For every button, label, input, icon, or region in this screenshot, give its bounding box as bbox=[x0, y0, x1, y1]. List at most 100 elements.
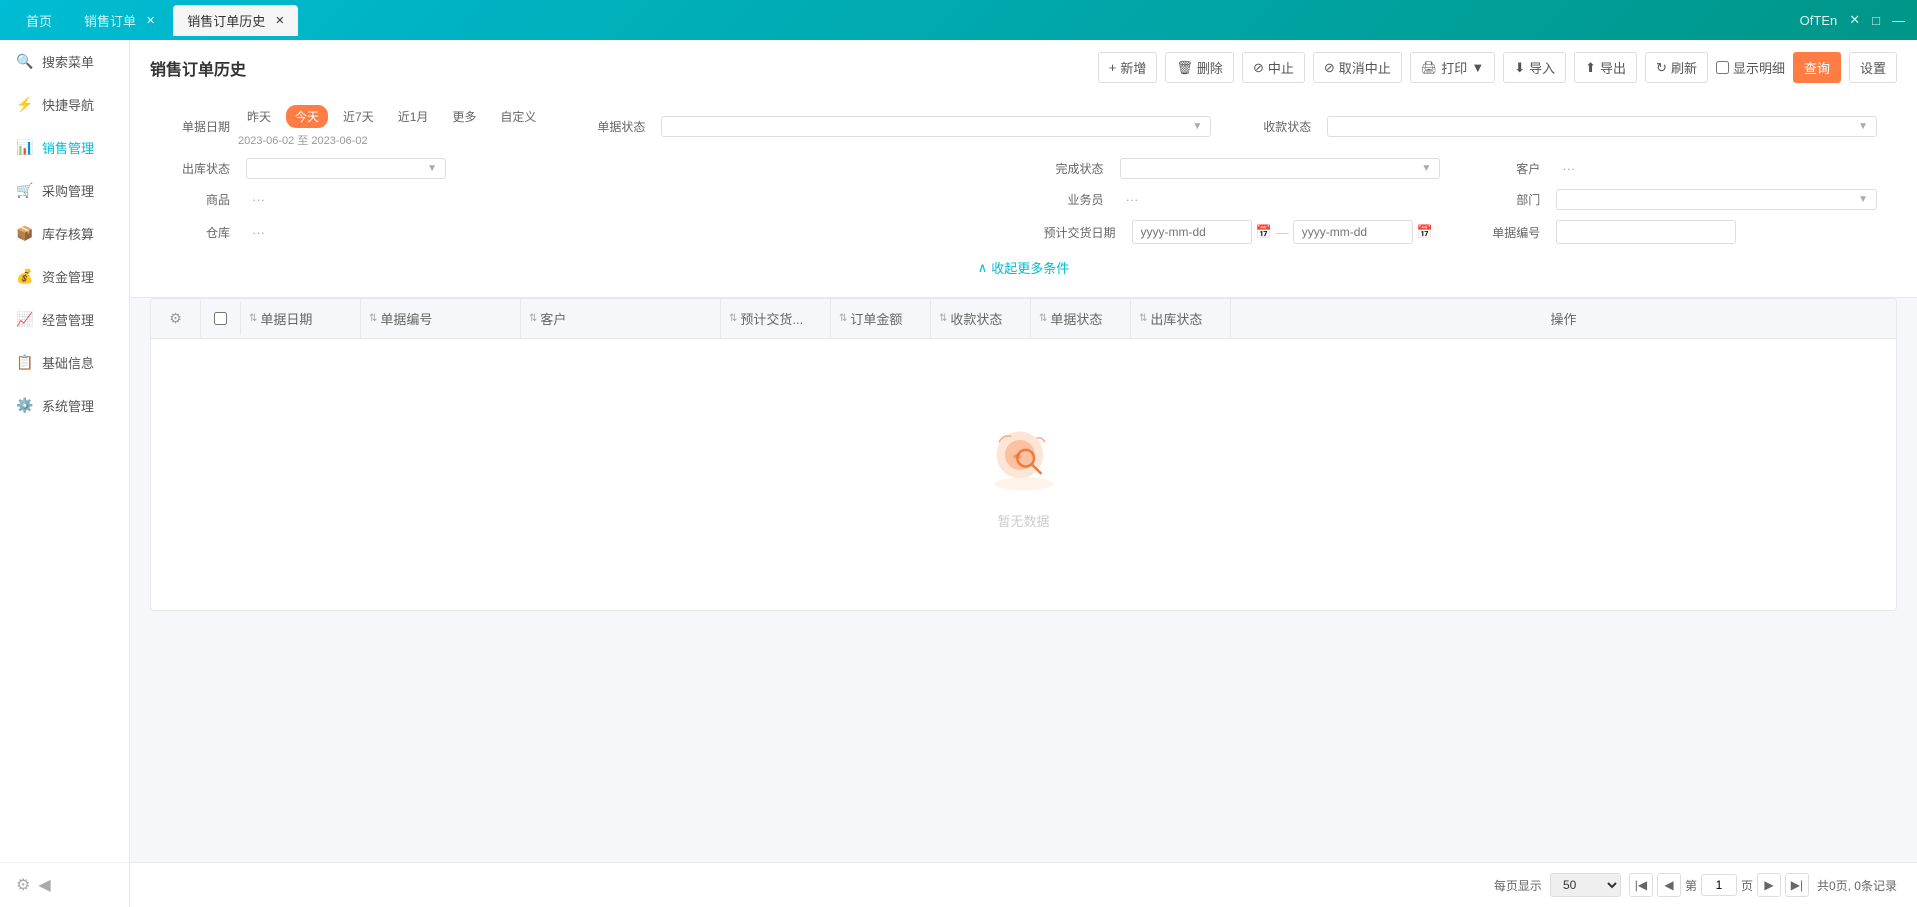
sidebar-item-system[interactable]: ⚙️ 系统管理 bbox=[0, 384, 129, 427]
filter-row-4: 仓库 ··· 预计交货日期 📅 — 📅 bbox=[170, 220, 1877, 244]
sidebar-item-quick-nav[interactable]: ⚡ 快捷导航 bbox=[0, 83, 129, 126]
th-status-sort-icon[interactable]: ⇅ bbox=[1039, 313, 1047, 324]
order-no-input[interactable] bbox=[1556, 220, 1736, 244]
page-number-input[interactable] bbox=[1701, 874, 1737, 896]
first-page-btn[interactable]: |◀ bbox=[1629, 873, 1653, 897]
prev-page-btn[interactable]: ◀ bbox=[1657, 873, 1681, 897]
complete-select[interactable]: ▼ bbox=[1120, 158, 1441, 179]
out-status-field: 出库状态 ▼ bbox=[170, 158, 1004, 179]
th-amount: ⇅ 订单金额 bbox=[831, 299, 931, 338]
select-all-checkbox[interactable] bbox=[214, 312, 227, 325]
collect-select-arrow: ▼ bbox=[1858, 121, 1868, 132]
date-yesterday-btn[interactable]: 昨天 bbox=[238, 105, 280, 128]
export-button[interactable]: ⬆ 导出 bbox=[1574, 52, 1637, 83]
sidebar-item-operations[interactable]: 📈 经营管理 bbox=[0, 298, 129, 341]
delete-label: 删除 bbox=[1197, 58, 1223, 77]
refresh-button[interactable]: ↻ 刷新 bbox=[1645, 52, 1708, 83]
sidebar-item-finance[interactable]: 💰 资金管理 bbox=[0, 255, 129, 298]
dept-field: 部门 ▼ bbox=[1480, 189, 1877, 210]
top-close-icon[interactable]: ✕ bbox=[1849, 12, 1860, 28]
sidebar-item-system-label: 系统管理 bbox=[42, 396, 94, 415]
status-select[interactable]: ▼ bbox=[661, 116, 1211, 137]
tab-sales-order[interactable]: 销售订单 ✕ bbox=[70, 5, 169, 36]
print-button[interactable]: 🖨 打印 ▼ bbox=[1410, 52, 1495, 83]
import-button[interactable]: ⬇ 导入 bbox=[1503, 52, 1566, 83]
filter-row-2: 出库状态 ▼ 完成状态 ▼ bbox=[170, 158, 1877, 179]
date-today-btn[interactable]: 今天 bbox=[286, 105, 328, 128]
th-customer-sort-icon[interactable]: ⇅ bbox=[529, 313, 537, 324]
customer-filter-field: 客户 ··· bbox=[1480, 159, 1877, 178]
stop-button[interactable]: ⊘ 中止 bbox=[1242, 52, 1305, 83]
sidebar-item-search-menu-label: 搜索菜单 bbox=[42, 52, 94, 71]
warehouse-field: 仓库 ··· bbox=[170, 223, 1004, 242]
th-settings: ⚙ bbox=[151, 300, 201, 337]
next-page-btn[interactable]: ▶ bbox=[1757, 873, 1781, 897]
delete-button[interactable]: 🗑 删除 bbox=[1165, 52, 1234, 83]
sidebar-item-search-menu[interactable]: 🔍 搜索菜单 bbox=[0, 40, 129, 83]
sidebar-item-operations-label: 经营管理 bbox=[42, 310, 94, 329]
sidebar: 🔍 搜索菜单 ⚡ 快捷导航 📊 销售管理 🛒 采购管理 📦 库存核算 💰 资金管… bbox=[0, 40, 130, 907]
th-no-label: 单据编号 bbox=[380, 309, 432, 328]
tab-sales-history-close[interactable]: ✕ bbox=[275, 14, 284, 27]
settings-button[interactable]: 设置 bbox=[1849, 52, 1897, 83]
delivery-date-pair: 📅 — 📅 bbox=[1132, 220, 1433, 244]
sidebar-item-basic-info[interactable]: 📋 基础信息 bbox=[0, 341, 129, 384]
customer-dots[interactable]: ··· bbox=[1556, 159, 1581, 178]
show-detail-checkbox[interactable] bbox=[1716, 61, 1729, 74]
sidebar-settings-icon[interactable]: ⚙ bbox=[16, 875, 30, 895]
table-settings-icon[interactable]: ⚙ bbox=[169, 310, 182, 327]
goods-dots[interactable]: ··· bbox=[246, 190, 271, 209]
date-custom-btn[interactable]: 自定义 bbox=[491, 105, 545, 128]
date-1month-btn[interactable]: 近1月 bbox=[389, 105, 438, 128]
new-button[interactable]: + 新增 bbox=[1098, 52, 1158, 83]
th-delivery: ⇅ 预计交货... bbox=[721, 299, 831, 338]
date-more-btn[interactable]: 更多 bbox=[443, 105, 485, 128]
salesman-dots[interactable]: ··· bbox=[1120, 190, 1145, 209]
page-size-select[interactable]: 10 20 50 100 bbox=[1550, 873, 1621, 897]
inventory-icon: 📦 bbox=[16, 225, 34, 243]
tab-sales-history[interactable]: 销售订单历史 ✕ bbox=[173, 5, 298, 36]
complete-filter-field: 完成状态 ▼ bbox=[1044, 158, 1441, 179]
th-amount-sort-icon[interactable]: ⇅ bbox=[839, 313, 847, 324]
system-icon: ⚙️ bbox=[16, 397, 34, 415]
top-maximize-icon[interactable]: □ bbox=[1872, 13, 1880, 28]
tab-home[interactable]: 首页 bbox=[12, 5, 66, 36]
salesman-label: 业务员 bbox=[1044, 191, 1104, 208]
sidebar-item-inventory[interactable]: 📦 库存核算 bbox=[0, 212, 129, 255]
toolbar: + 新增 🗑 删除 ⊘ 中止 ⊘ 取消中止 bbox=[1098, 52, 1897, 83]
collect-select[interactable]: ▼ bbox=[1327, 116, 1877, 137]
query-button[interactable]: 查询 bbox=[1793, 52, 1841, 83]
th-no-sort-icon[interactable]: ⇅ bbox=[369, 313, 377, 324]
sidebar-item-finance-label: 资金管理 bbox=[42, 267, 94, 286]
th-delivery-label: 预计交货... bbox=[740, 309, 803, 328]
out-status-select[interactable]: ▼ bbox=[246, 158, 446, 179]
sidebar-item-inventory-label: 库存核算 bbox=[42, 224, 94, 243]
delivery-date-from-input[interactable] bbox=[1132, 220, 1252, 244]
date-7days-btn[interactable]: 近7天 bbox=[334, 105, 383, 128]
collapse-more-btn[interactable]: ∧ 收起更多条件 bbox=[170, 254, 1877, 285]
page-size-label: 每页显示 bbox=[1494, 877, 1542, 894]
collapse-label: 收起更多条件 bbox=[991, 258, 1069, 277]
new-label: 新增 bbox=[1120, 58, 1146, 77]
th-out-sort-icon[interactable]: ⇅ bbox=[1139, 313, 1147, 324]
delivery-date-field: 预计交货日期 📅 — 📅 bbox=[1044, 220, 1441, 244]
query-label: 查询 bbox=[1804, 58, 1830, 77]
sidebar-collapse-icon[interactable]: ◀ bbox=[38, 875, 50, 895]
tab-sales-order-close[interactable]: ✕ bbox=[146, 14, 155, 27]
purchase-mgmt-icon: 🛒 bbox=[16, 182, 34, 200]
top-minimize-icon[interactable]: — bbox=[1892, 13, 1905, 28]
delivery-date-to-input[interactable] bbox=[1293, 220, 1413, 244]
delivery-date-from-cal-icon[interactable]: 📅 bbox=[1256, 224, 1272, 240]
last-page-btn[interactable]: ▶| bbox=[1785, 873, 1809, 897]
sidebar-item-purchase-mgmt[interactable]: 🛒 采购管理 bbox=[0, 169, 129, 212]
warehouse-dots[interactable]: ··· bbox=[246, 223, 271, 242]
print-label: 打印 bbox=[1441, 58, 1467, 77]
show-detail-checkbox-wrapper[interactable]: 显示明细 bbox=[1716, 58, 1785, 77]
th-delivery-sort-icon[interactable]: ⇅ bbox=[729, 313, 737, 324]
cancel-stop-button[interactable]: ⊘ 取消中止 bbox=[1313, 52, 1402, 83]
th-date-sort-icon[interactable]: ⇅ bbox=[249, 313, 257, 324]
th-collect-sort-icon[interactable]: ⇅ bbox=[939, 313, 947, 324]
dept-select[interactable]: ▼ bbox=[1556, 189, 1877, 210]
delivery-date-to-cal-icon[interactable]: 📅 bbox=[1417, 224, 1433, 240]
sidebar-item-sales-mgmt[interactable]: 📊 销售管理 bbox=[0, 126, 129, 169]
